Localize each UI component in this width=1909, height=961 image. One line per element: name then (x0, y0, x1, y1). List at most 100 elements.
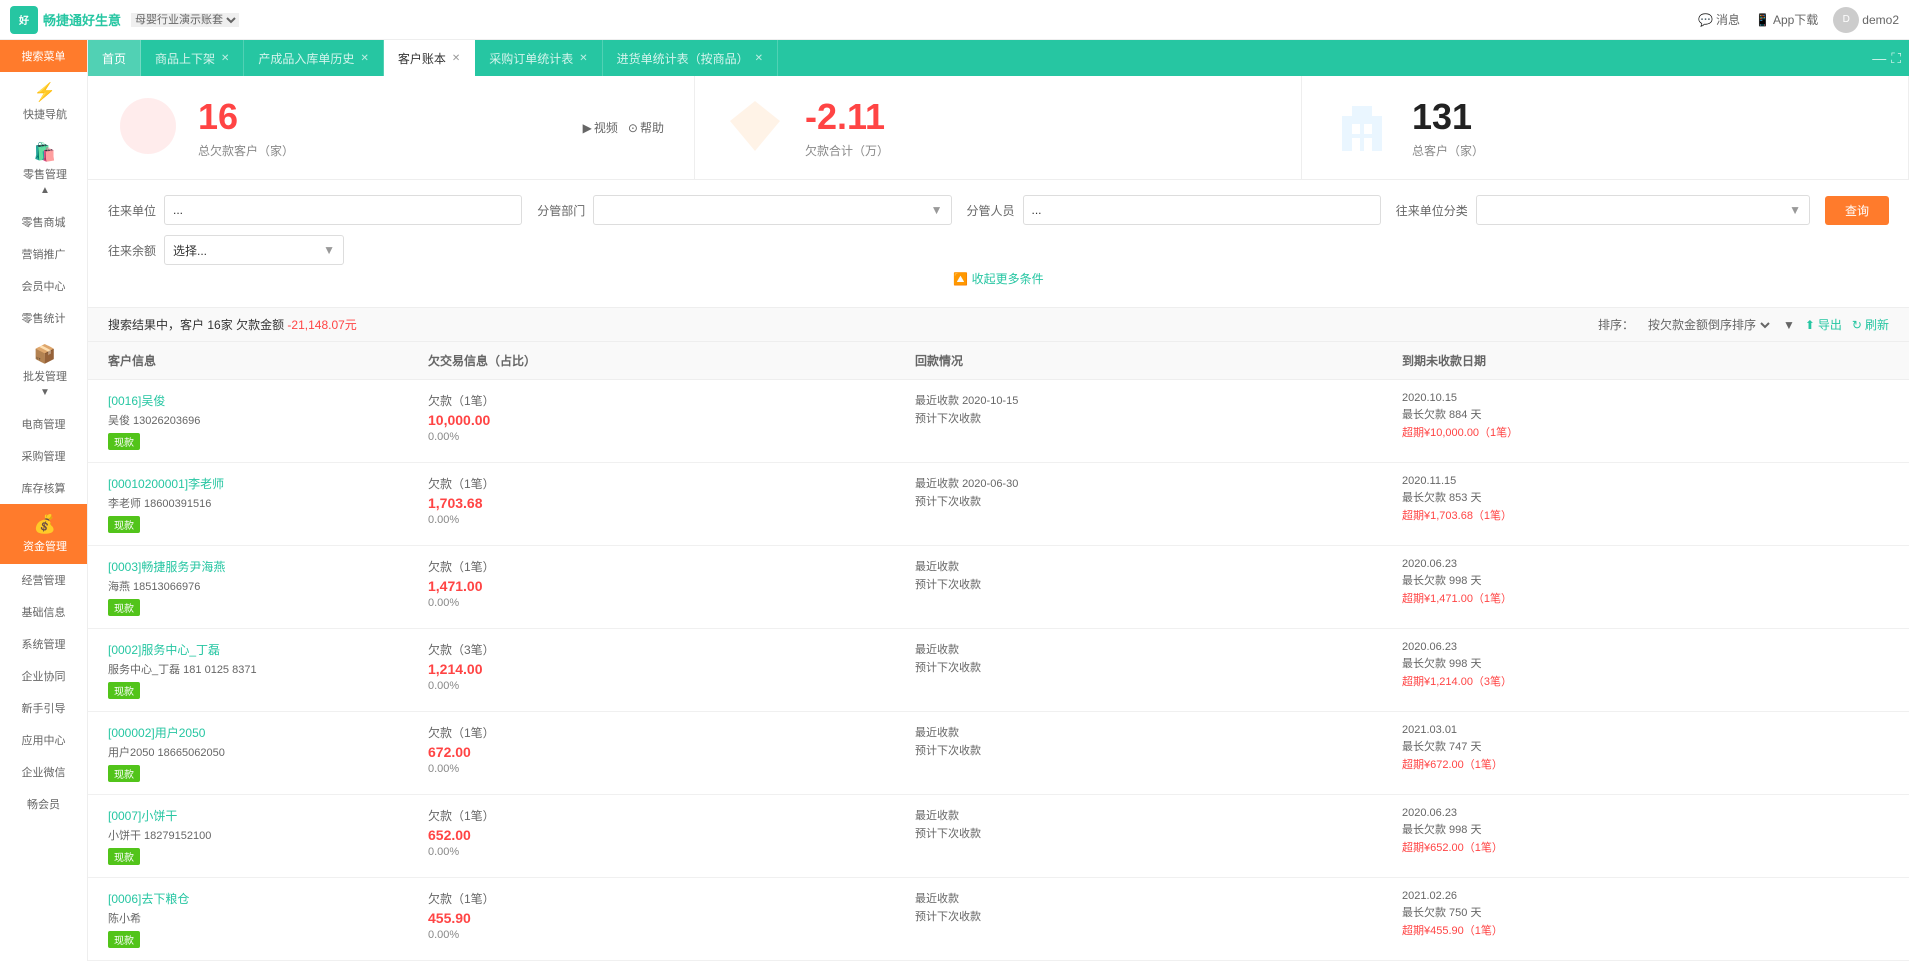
company-select[interactable]: 母婴行业演示账套 (131, 13, 239, 27)
tab-purchase-summary[interactable]: 采购订单统计表 ✕ (475, 40, 602, 76)
from-unit-dots: ... (173, 203, 183, 217)
sidebar-item-company-collab[interactable]: 企业协同 (0, 660, 87, 692)
next-repay-0003: 预计下次收款 (915, 576, 1402, 592)
collapse-text: 收起更多条件 (972, 272, 1044, 286)
tab-product-off-close[interactable]: ✕ (221, 53, 229, 64)
customer-code-0003: [0003] (108, 560, 141, 574)
stats-row: ¥ 16 总欠款客户（家） ▶ 视频 ⊙ 帮助 (88, 76, 1909, 180)
sidebar-item-batch-mgmt[interactable]: 📦 批发管理 ▼ (0, 334, 87, 408)
debt-count-0016: 欠款（1笔） (428, 392, 915, 409)
sidebar-item-basic[interactable]: 基础信息 (0, 596, 87, 628)
collapse-bar[interactable]: 🔼 收起更多条件 (108, 265, 1889, 292)
money-icon: ¥ (118, 96, 178, 156)
sidebar-item-warehouse[interactable]: 库存核算 (0, 472, 87, 504)
from-unit-label: 往来单位 (108, 202, 156, 219)
unit-class-label: 往来单位分类 (1396, 202, 1468, 219)
person-input[interactable]: ... (1023, 195, 1381, 225)
customer-phone-0006: 陈小希 (108, 910, 428, 926)
tab-purchase-stats[interactable]: 进货单统计表（按商品） ✕ (603, 40, 778, 76)
sort-select[interactable]: 按欠款金额倒序排序 (1644, 317, 1773, 333)
video-link[interactable]: ▶ 视频 (583, 119, 618, 136)
enterprise-wechat-label: 企业微信 (22, 764, 66, 780)
dept-input[interactable]: ▼ (593, 195, 951, 225)
query-button[interactable]: 查询 (1825, 196, 1889, 225)
tab-home[interactable]: 首页 (88, 40, 141, 76)
data-table: 客户信息 欠交易信息（占比） 回款情况 到期未收款日期 [0016]吴俊 吴俊 … (88, 342, 1909, 961)
overdue-link-0003[interactable]: 超期¥1,471.00（1笔） (1402, 590, 1889, 606)
sidebar-item-ops[interactable]: 经营管理 (0, 564, 87, 596)
overdue-link-00010200001[interactable]: 超期¥1,703.68（1笔） (1402, 507, 1889, 523)
customer-name-0002[interactable]: [0002]服务中心_丁磊 (108, 641, 428, 658)
sidebar-item-ecommerce[interactable]: 电商管理 (0, 408, 87, 440)
customer-tag-000002: 现款 (108, 765, 140, 782)
tab-production-history[interactable]: 产成品入库单历史 ✕ (244, 40, 383, 76)
from-unit-input[interactable]: ... (164, 195, 522, 225)
customer-name-0003[interactable]: [0003]畅捷服务尹海燕 (108, 558, 428, 575)
customer-fullname-00010200001: 李老师 (188, 477, 224, 491)
customer-name-0006[interactable]: [0006]去下粮仓 (108, 890, 428, 907)
tab-purchase-stats-close[interactable]: ✕ (755, 53, 763, 64)
table-row: [000002]用户2050 用户2050 18665062050 现款 欠款（… (88, 712, 1909, 795)
sidebar-item-system[interactable]: 系统管理 (0, 628, 87, 660)
col-due-date: 到期未收款日期 (1402, 352, 1889, 369)
sidebar-item-quick-nav[interactable]: ⚡ 快捷导航 (0, 72, 87, 132)
debt-ratio-0007: 0.00% (428, 846, 915, 858)
sidebar-item-member[interactable]: 会员中心 (0, 270, 87, 302)
sidebar-item-vip[interactable]: 畅会员 (0, 788, 87, 820)
member-label: 会员中心 (22, 278, 66, 294)
tab-product-off-label: 商品上下架 (155, 50, 215, 67)
customer-code-0002: [0002] (108, 643, 141, 657)
stat-debt-customers-number: 16 (198, 96, 294, 138)
svg-text:¥: ¥ (140, 113, 155, 140)
tab-customer-account[interactable]: 客户账本 ✕ (384, 40, 475, 76)
sidebar-item-enterprise-wechat[interactable]: 企业微信 (0, 756, 87, 788)
customer-info-0007: [0007]小饼干 小饼干 18279152100 现款 (108, 807, 428, 865)
sidebar-item-retail-stats[interactable]: 零售统计 (0, 302, 87, 334)
debt-ratio-00010200001: 0.00% (428, 514, 915, 526)
tab-product-off[interactable]: 商品上下架 ✕ (141, 40, 244, 76)
export-btn[interactable]: ⬆ 导出 (1805, 316, 1842, 333)
app-download-btn[interactable]: 📱 App下载 (1755, 11, 1818, 28)
due-date-000002: 2021.03.01 (1402, 724, 1889, 736)
user-avatar-btn[interactable]: D demo2 (1833, 7, 1899, 33)
retail-mgmt-label: 零售管理 (23, 166, 67, 182)
refresh-btn[interactable]: ↻ 刷新 (1852, 316, 1889, 333)
customer-name-00010200001[interactable]: [00010200001]李老师 (108, 475, 428, 492)
sidebar-item-marketing[interactable]: 营销推广 (0, 238, 87, 270)
filter-balance: 往来余额 选择... ▼ (108, 235, 1889, 265)
overdue-link-0007[interactable]: 超期¥652.00（1笔） (1402, 839, 1889, 855)
overdue-link-0002[interactable]: 超期¥1,214.00（3笔） (1402, 673, 1889, 689)
result-prefix: 搜索结果中，客户 (108, 318, 204, 332)
help-link[interactable]: ⊙ 帮助 (628, 119, 664, 136)
customer-name-0016[interactable]: [0016]吴俊 (108, 392, 428, 409)
col-customer-info: 客户信息 (108, 352, 428, 369)
tab-collapse-btn[interactable]: — (1872, 50, 1886, 66)
customer-name-000002[interactable]: [000002]用户2050 (108, 724, 428, 741)
overdue-link-0006[interactable]: 超期¥455.90（1笔） (1402, 922, 1889, 938)
sidebar-item-finance[interactable]: 💰 资金管理 (0, 504, 87, 564)
batch-mgmt-icon: 📦 (34, 344, 56, 365)
sidebar-item-retail-mgmt[interactable]: 🛍️ 零售管理 ▲ (0, 132, 87, 206)
tab-customer-close[interactable]: ✕ (452, 53, 460, 64)
customer-name-0007[interactable]: [0007]小饼干 (108, 807, 428, 824)
sidebar-item-purchase[interactable]: 采购管理 (0, 440, 87, 472)
tab-expand-btn[interactable]: ⛶ (1891, 50, 1901, 67)
sidebar-item-new-guide[interactable]: 新手引导 (0, 692, 87, 724)
overdue-link-0016[interactable]: 超期¥10,000.00（1笔） (1402, 424, 1889, 440)
sidebar-item-app-center[interactable]: 应用中心 (0, 724, 87, 756)
customer-phone-00010200001: 李老师 18600391516 (108, 495, 428, 511)
table-row: [0007]小饼干 小饼干 18279152100 现款 欠款（1笔） 652.… (88, 795, 1909, 878)
sidebar-item-retail-mall[interactable]: 零售商城 (0, 206, 87, 238)
customer-fullname-0002: 服务中心_丁磊 (141, 643, 220, 657)
video-label: 视频 (594, 119, 618, 136)
tab-production-close[interactable]: ✕ (360, 53, 368, 64)
balance-input[interactable]: 选择... ▼ (164, 235, 344, 265)
tab-purchase-summary-close[interactable]: ✕ (579, 53, 587, 64)
debt-info-0016: 欠款（1笔） 10,000.00 0.00% (428, 392, 915, 443)
customer-phone-0003: 海燕 18513066976 (108, 578, 428, 594)
message-btn[interactable]: 💬 消息 (1698, 11, 1740, 28)
search-menu[interactable]: 搜索菜单 (0, 40, 87, 72)
overdue-link-000002[interactable]: 超期¥672.00（1笔） (1402, 756, 1889, 772)
unit-class-input[interactable]: ▼ (1476, 195, 1810, 225)
debt-amount-0003: 1,471.00 (428, 578, 915, 594)
